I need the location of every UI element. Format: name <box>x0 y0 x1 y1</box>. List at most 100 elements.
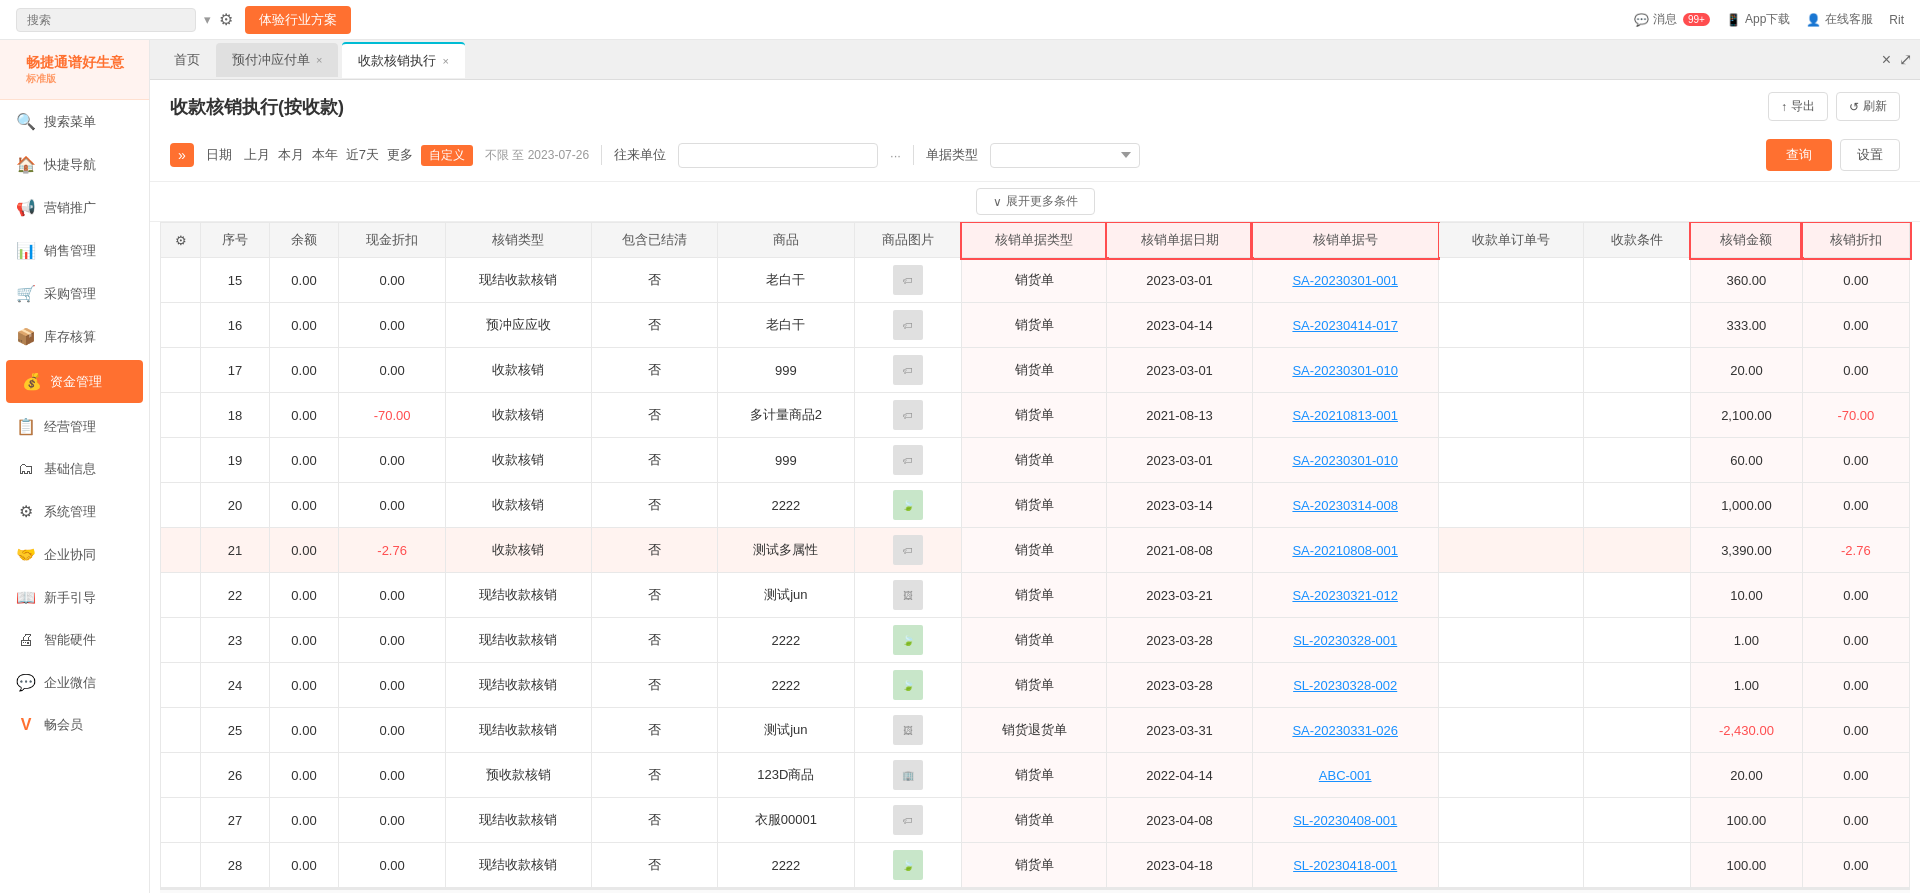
cell-verify-type: 收款核销 <box>446 483 591 528</box>
cell-verify-no[interactable]: SA-20230414-017 <box>1252 303 1438 348</box>
sidebar-item-sales[interactable]: 📊 销售管理 <box>0 229 149 272</box>
cell-receipt-condition <box>1583 708 1690 753</box>
cell-receipt-condition <box>1583 303 1690 348</box>
tab-close-all-btn[interactable]: × <box>1882 50 1891 69</box>
cell-settings <box>161 843 201 888</box>
voucher-type-select[interactable] <box>990 143 1140 168</box>
cell-include-settled: 否 <box>591 483 717 528</box>
cell-product: 2222 <box>717 618 854 663</box>
date-this-month[interactable]: 本月 <box>278 146 304 164</box>
cell-product-image: 🍃 <box>854 663 961 708</box>
setting-btn[interactable]: 设置 <box>1840 139 1900 171</box>
tab-collection-close[interactable]: × <box>442 55 448 67</box>
sidebar-item-nav[interactable]: 🏠 快捷导航 <box>0 143 149 186</box>
expand-more-btn[interactable]: ∨ 展开更多条件 <box>976 188 1095 215</box>
sidebar-item-wechat[interactable]: 💬 企业微信 <box>0 661 149 704</box>
cell-no: 23 <box>201 618 270 663</box>
search-icon: 🔍 <box>16 112 36 131</box>
cell-verify-no[interactable]: ABC-001 <box>1252 753 1438 798</box>
sidebar-item-marketing[interactable]: 📢 营销推广 <box>0 186 149 229</box>
cell-verify-no[interactable]: SA-20210808-001 <box>1252 528 1438 573</box>
cell-product: 999 <box>717 348 854 393</box>
user-profile[interactable]: Rit <box>1889 13 1904 27</box>
tab-prepay-close[interactable]: × <box>316 54 322 66</box>
cell-verify-no[interactable]: SA-20230301-010 <box>1252 438 1438 483</box>
tab-collection[interactable]: 收款核销执行 × <box>342 42 464 78</box>
table-row: 23 0.00 0.00 现结收款核销 否 2222 🍃 销货单 2023-03… <box>161 618 1910 663</box>
partner-input[interactable] <box>678 143 878 168</box>
cell-cash-discount: 0.00 <box>339 303 446 348</box>
cell-product: 测试jun <box>717 573 854 618</box>
col-settings[interactable]: ⚙ <box>161 223 201 258</box>
message-btn[interactable]: 💬 消息 99+ <box>1634 11 1710 28</box>
cell-verify-no[interactable]: SA-20230331-026 <box>1252 708 1438 753</box>
cell-verify-no[interactable]: SA-20230314-008 <box>1252 483 1438 528</box>
settings-icon[interactable]: ⚙ <box>219 10 233 29</box>
date-7days[interactable]: 近7天 <box>346 146 379 164</box>
cell-verify-no[interactable]: SA-20230301-001 <box>1252 258 1438 303</box>
col-cash-discount: 现金折扣 <box>339 223 446 258</box>
sidebar-item-purchase[interactable]: 🛒 采购管理 <box>0 272 149 315</box>
sidebar-item-member[interactable]: V 畅会员 <box>0 704 149 746</box>
cell-verify-no[interactable]: SA-20230301-010 <box>1252 348 1438 393</box>
cell-verify-date: 2023-04-08 <box>1107 798 1252 843</box>
product-image-green: 🍃 <box>893 850 923 880</box>
table-area[interactable]: ⚙ 序号 余额 现金折扣 核销类型 包含已结清 商品 商品图片 核销单据类型 核… <box>150 222 1920 893</box>
cell-verify-date: 2023-03-31 <box>1107 708 1252 753</box>
cell-verify-no[interactable]: SL-20230328-001 <box>1252 618 1438 663</box>
cell-cash-discount: 0.00 <box>339 348 446 393</box>
sidebar-item-hardware[interactable]: 🖨 智能硬件 <box>0 619 149 661</box>
page-header: 收款核销执行(按收款) ↑ 导出 ↺ 刷新 <box>150 80 1920 129</box>
query-btn[interactable]: 查询 <box>1766 139 1832 171</box>
cell-verify-discount: 0.00 <box>1802 483 1909 528</box>
app-download-btn[interactable]: 📱 App下载 <box>1726 11 1790 28</box>
cell-verify-no[interactable]: SL-20230418-001 <box>1252 843 1438 888</box>
online-service-btn[interactable]: 👤 在线客服 <box>1806 11 1873 28</box>
top-bar-right: 💬 消息 99+ 📱 App下载 👤 在线客服 Rit <box>1634 11 1904 28</box>
product-image-green: 🍃 <box>893 625 923 655</box>
cell-cash-discount: 0.00 <box>339 573 446 618</box>
sidebar-item-search[interactable]: 🔍 搜索菜单 <box>0 100 149 143</box>
sidebar-item-enterprise[interactable]: 🤝 企业协同 <box>0 533 149 576</box>
cell-no: 15 <box>201 258 270 303</box>
cell-verify-no[interactable]: SA-20210813-001 <box>1252 393 1438 438</box>
refresh-btn[interactable]: ↺ 刷新 <box>1836 92 1900 121</box>
cell-balance: 0.00 <box>270 303 339 348</box>
date-options: 上月 本月 本年 近7天 更多 自定义 <box>244 145 473 166</box>
tab-home[interactable]: 首页 <box>158 43 216 77</box>
date-more[interactable]: 更多 <box>387 146 413 164</box>
filter-expand-btn[interactable]: » <box>170 143 194 167</box>
cell-verify-no[interactable]: SA-20230321-012 <box>1252 573 1438 618</box>
cell-cash-discount: -70.00 <box>339 393 446 438</box>
date-custom[interactable]: 自定义 <box>421 145 473 166</box>
tab-prepay[interactable]: 预付冲应付单 × <box>216 43 338 77</box>
cell-verify-amount: 20.00 <box>1691 348 1803 393</box>
dropdown-icon[interactable]: ▾ <box>204 12 211 27</box>
cell-product-image: 🏷 <box>854 303 961 348</box>
tab-fullscreen-btn[interactable]: ⤢ <box>1899 50 1912 69</box>
sidebar-item-stock[interactable]: 📦 库存核算 <box>0 315 149 358</box>
cell-product-image: 🍃 <box>854 483 961 528</box>
cell-verify-amount: 1.00 <box>1691 618 1803 663</box>
date-last-month[interactable]: 上月 <box>244 146 270 164</box>
date-this-year[interactable]: 本年 <box>312 146 338 164</box>
cell-receipt-order-no <box>1438 798 1583 843</box>
cell-product: 老白干 <box>717 258 854 303</box>
sidebar-item-basic[interactable]: 🗂 基础信息 <box>0 448 149 490</box>
cell-include-settled: 否 <box>591 528 717 573</box>
cell-cash-discount: 0.00 <box>339 258 446 303</box>
industry-btn[interactable]: 体验行业方案 <box>245 6 351 34</box>
cell-verify-no[interactable]: SL-20230328-002 <box>1252 663 1438 708</box>
sidebar-item-operation[interactable]: 📋 经营管理 <box>0 405 149 448</box>
col-settings-icon: ⚙ <box>175 233 187 248</box>
marketing-icon: 📢 <box>16 198 36 217</box>
sidebar-item-finance[interactable]: 💰 资金管理 <box>6 360 143 403</box>
sidebar-item-guide[interactable]: 📖 新手引导 <box>0 576 149 619</box>
product-image-building: 🏢 <box>893 760 923 790</box>
sidebar-item-system[interactable]: ⚙ 系统管理 <box>0 490 149 533</box>
operation-icon: 📋 <box>16 417 36 436</box>
cell-verify-no[interactable]: SL-20230408-001 <box>1252 798 1438 843</box>
finance-icon: 💰 <box>22 372 42 391</box>
search-input[interactable] <box>16 8 196 32</box>
export-btn[interactable]: ↑ 导出 <box>1768 92 1828 121</box>
